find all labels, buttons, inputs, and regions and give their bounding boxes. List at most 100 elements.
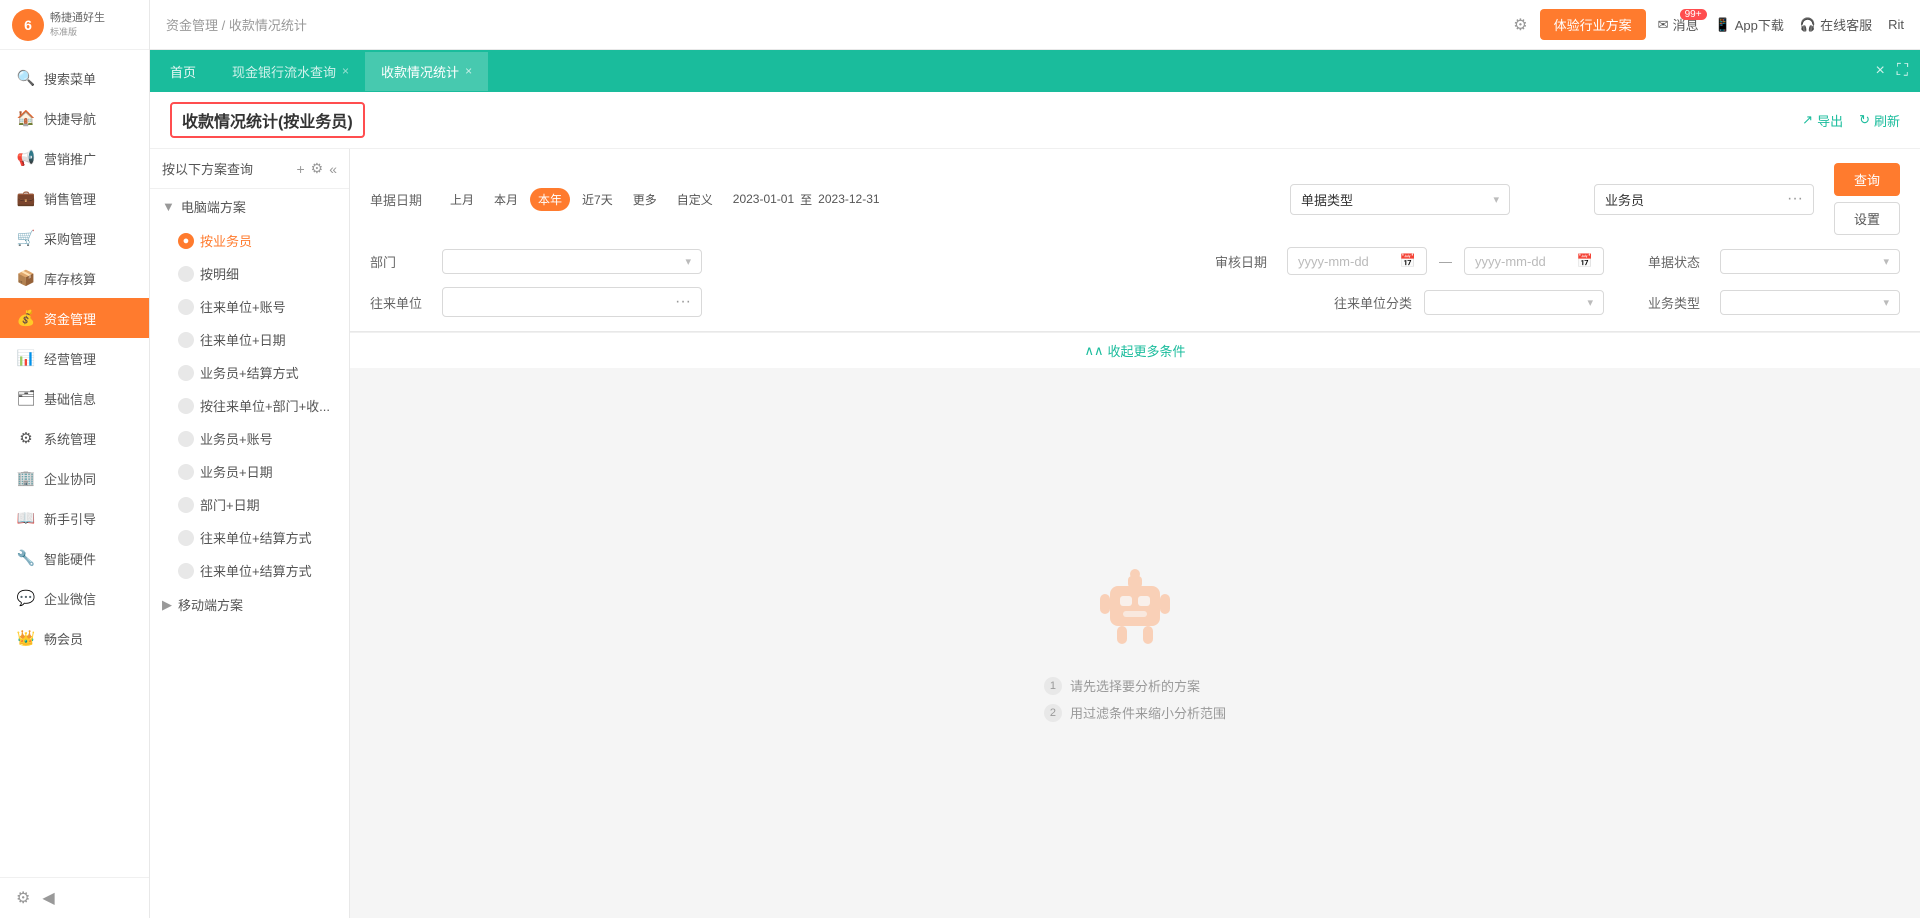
- trial-button[interactable]: 体验行业方案: [1540, 9, 1646, 40]
- scheme-item-7[interactable]: 业务员+日期: [150, 455, 349, 488]
- scheme-items-list: ●按业务员按明细往来单位+账号往来单位+日期业务员+结算方式按往来单位+部门+收…: [150, 224, 349, 587]
- empty-tips: 1 请先选择要分析的方案 2 用过滤条件来缩小分析范围: [1044, 676, 1226, 730]
- scheme-item-6[interactable]: 业务员+账号: [150, 422, 349, 455]
- date-tab-this-month[interactable]: 本月: [486, 188, 526, 211]
- date-tab-last-month[interactable]: 上月: [442, 188, 482, 211]
- dept-select[interactable]: ▾: [442, 249, 702, 274]
- sidebar-item-purchase[interactable]: 🛒采购管理: [0, 218, 149, 258]
- settings-button[interactable]: 设置: [1834, 202, 1900, 235]
- purchase-icon: 🛒: [16, 228, 36, 248]
- enterprise-label: 企业协同: [44, 469, 96, 488]
- sidebar-item-smart-hw[interactable]: 🔧 智能硬件: [0, 538, 149, 578]
- refresh-button[interactable]: ↻ 刷新: [1859, 111, 1900, 130]
- sidebar-item-member[interactable]: 👑畅会员: [0, 618, 149, 658]
- sidebar-settings-icon[interactable]: ⚙: [16, 888, 30, 908]
- date-tabs: 上月 本月 本年 近7天 更多 自定义: [442, 188, 721, 211]
- sidebar-item-operations[interactable]: 📊经营管理: [0, 338, 149, 378]
- marketing-icon: 📢: [16, 148, 36, 168]
- party-select[interactable]: ···: [442, 287, 702, 317]
- content-area: 收款情况统计(按业务员) ↗ 导出 ↻ 刷新 按以下方案查询: [150, 92, 1920, 918]
- sidebar-item-inventory[interactable]: 📦库存核算: [0, 258, 149, 298]
- date-tab-7days[interactable]: 近7天: [574, 188, 621, 211]
- tab-close-window-icon[interactable]: ×: [1875, 62, 1884, 80]
- party-more-icon[interactable]: ···: [675, 293, 691, 311]
- tab-current-label: 收款情况统计: [381, 62, 459, 81]
- salesman-select[interactable]: 业务员 ···: [1594, 184, 1814, 215]
- salesman-more-icon[interactable]: ···: [1787, 190, 1803, 208]
- sidebar-collapse-icon[interactable]: ◀: [42, 888, 54, 908]
- app-download-btn[interactable]: 📱 App下载: [1715, 15, 1784, 34]
- sidebar-item-wechat[interactable]: 💬企业微信: [0, 578, 149, 618]
- tab-current[interactable]: 收款情况统计 ×: [365, 52, 488, 91]
- date-tab-this-year[interactable]: 本年: [530, 188, 570, 211]
- query-button[interactable]: 查询: [1834, 163, 1900, 196]
- topbar-settings-icon[interactable]: ⚙: [1513, 15, 1527, 35]
- scheme-item-0[interactable]: ●按业务员: [150, 224, 349, 257]
- doc-status-select[interactable]: ▾: [1720, 249, 1900, 274]
- scheme-item-10[interactable]: 往来单位+结算方式: [150, 554, 349, 587]
- scheme-item-2[interactable]: 往来单位+账号: [150, 290, 349, 323]
- filter-area: 单据日期 上月 本月 本年 近7天 更多 自定义 2023-01-01 至: [350, 149, 1920, 332]
- audit-date-dash: —: [1439, 254, 1452, 269]
- app-download-label: App下载: [1735, 15, 1784, 34]
- smart-hw-icon: 🔧: [16, 548, 36, 568]
- dept-chevron: ▾: [685, 255, 691, 268]
- tab-bank[interactable]: 现金银行流水查询 ×: [216, 52, 365, 91]
- settings-scheme-btn[interactable]: ⚙: [311, 160, 324, 177]
- main-area: 资金管理 / 收款情况统计 ⚙ 体验行业方案 ✉ 消息 99+ 📱 App下载 …: [150, 0, 1920, 918]
- tip-2-num: 2: [1044, 704, 1062, 722]
- logo-badge: 标准版: [50, 25, 105, 38]
- audit-start-placeholder: yyyy-mm-dd: [1298, 254, 1369, 269]
- page-title-box: 收款情况统计(按业务员): [170, 102, 365, 138]
- tab-home[interactable]: 首页: [150, 52, 216, 91]
- sidebar-item-quick-nav[interactable]: 🏠快捷导航: [0, 98, 149, 138]
- sidebar-item-finance[interactable]: 💰资金管理: [0, 298, 149, 338]
- doc-type-select[interactable]: 单据类型 ▾: [1290, 184, 1510, 215]
- scheme-label-5: 按往来单位+部门+收...: [200, 396, 330, 415]
- sidebar-item-basic-info[interactable]: 🗂基础信息: [0, 378, 149, 418]
- empty-robot-illustration: [1085, 556, 1185, 656]
- enterprise-icon: 🏢: [16, 468, 36, 488]
- scheme-item-3[interactable]: 往来单位+日期: [150, 323, 349, 356]
- date-to: 至: [800, 191, 812, 208]
- audit-date-start[interactable]: yyyy-mm-dd 📅: [1287, 247, 1427, 275]
- tab-current-close[interactable]: ×: [465, 64, 472, 78]
- sidebar-item-marketing[interactable]: 📢营销推广: [0, 138, 149, 178]
- dept-label: 部门: [370, 252, 430, 271]
- doc-type-label: 单据类型: [1301, 190, 1353, 209]
- sidebar-item-search[interactable]: 🔍搜索菜单: [0, 58, 149, 98]
- customer-service-btn[interactable]: 🎧 在线客服: [1800, 15, 1872, 34]
- date-tab-custom[interactable]: 自定义: [669, 188, 721, 211]
- tab-expand-icon[interactable]: ⛶: [1897, 62, 1908, 80]
- desktop-scheme-header[interactable]: ▼ 电脑端方案: [150, 189, 349, 224]
- search-icon: 🔍: [16, 68, 36, 88]
- export-button[interactable]: ↗ 导出: [1802, 111, 1843, 130]
- mobile-scheme-header[interactable]: ▶ 移动端方案: [150, 587, 349, 622]
- collapse-panel-btn[interactable]: «: [329, 161, 337, 177]
- sidebar-item-guide[interactable]: 📖新手引导: [0, 498, 149, 538]
- collapse-label: 收起更多条件: [1108, 341, 1186, 360]
- user-info[interactable]: Rit: [1888, 17, 1904, 32]
- sidebar-item-enterprise[interactable]: 🏢 企业协同: [0, 458, 149, 498]
- tip-2-text: 用过滤条件来缩小分析范围: [1070, 703, 1226, 722]
- customer-service-label: 在线客服: [1820, 15, 1872, 34]
- biz-type-select[interactable]: ▾: [1720, 290, 1900, 315]
- scheme-item-5[interactable]: 按往来单位+部门+收...: [150, 389, 349, 422]
- scheme-item-4[interactable]: 业务员+结算方式: [150, 356, 349, 389]
- sidebar-item-system[interactable]: ⚙系统管理: [0, 418, 149, 458]
- scheme-item-1[interactable]: 按明细: [150, 257, 349, 290]
- topbar: 资金管理 / 收款情况统计 ⚙ 体验行业方案 ✉ 消息 99+ 📱 App下载 …: [150, 0, 1920, 50]
- collapse-more-btn[interactable]: ∧∧ 收起更多条件: [350, 332, 1920, 368]
- add-scheme-btn[interactable]: +: [296, 161, 304, 177]
- audit-date-end[interactable]: yyyy-mm-dd 📅: [1464, 247, 1604, 275]
- doc-status-chevron: ▾: [1883, 255, 1889, 268]
- tab-bank-close[interactable]: ×: [342, 64, 349, 78]
- sidebar-item-sales[interactable]: 💼销售管理: [0, 178, 149, 218]
- messages-icon-area[interactable]: ✉ 消息 99+: [1658, 15, 1699, 34]
- smart-hw-label: 智能硬件: [44, 549, 96, 568]
- party-category-select[interactable]: ▾: [1424, 290, 1604, 315]
- scheme-item-9[interactable]: 往来单位+结算方式: [150, 521, 349, 554]
- scheme-item-8[interactable]: 部门+日期: [150, 488, 349, 521]
- date-tab-more[interactable]: 更多: [625, 188, 665, 211]
- basic-info-icon: 🗂: [16, 388, 36, 408]
